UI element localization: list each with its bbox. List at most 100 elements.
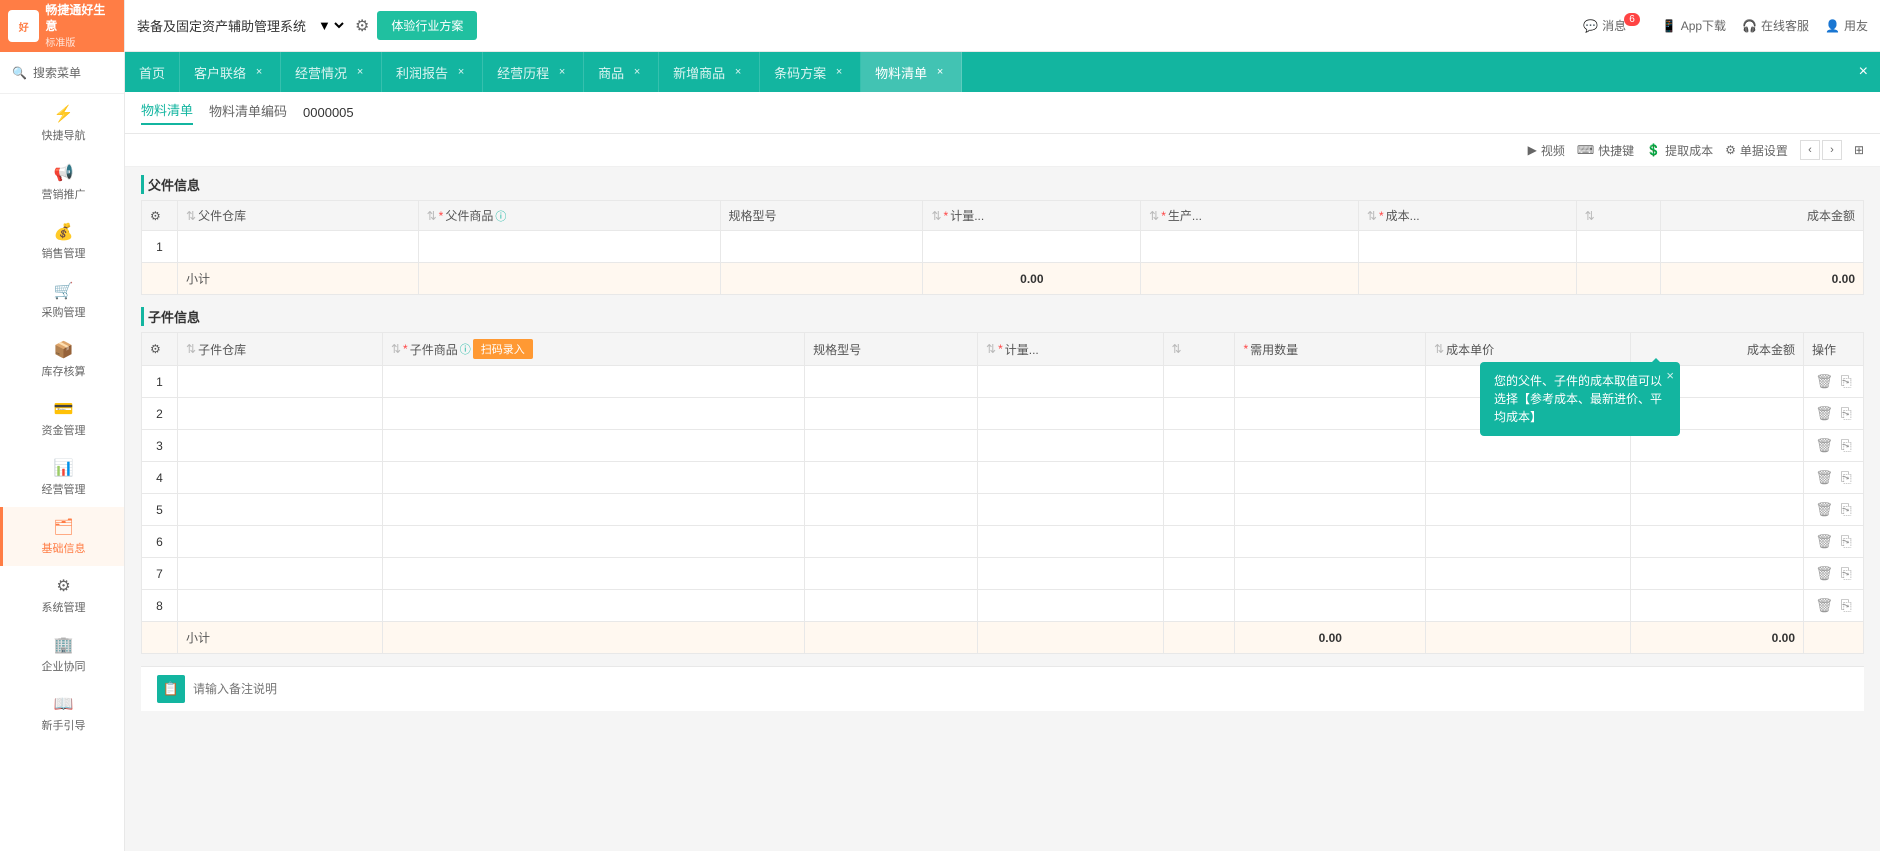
user-button[interactable]: 👤 用友: [1825, 17, 1868, 34]
child-warehouse-cell-3[interactable]: [178, 430, 383, 462]
sub-tab-bom-code[interactable]: 物料清单编码: [209, 101, 287, 124]
child-unit-cost-cell-6[interactable]: [1426, 526, 1631, 558]
tab-home[interactable]: 首页: [125, 52, 180, 92]
tab-history[interactable]: 经营历程 ×: [483, 52, 584, 92]
child-product-cell-5[interactable]: [382, 494, 804, 526]
sidebar-item-inventory[interactable]: 📦 库存核算: [0, 330, 124, 389]
parent-warehouse-cell[interactable]: [178, 231, 419, 263]
nav-next-button[interactable]: ›: [1822, 140, 1842, 160]
sub-tab-bom-list[interactable]: 物料清单: [141, 100, 193, 125]
child-quantity-cell-6[interactable]: [1235, 526, 1426, 558]
system-select[interactable]: ▼: [314, 17, 347, 34]
tab-new-goods[interactable]: 新增商品 ×: [659, 52, 760, 92]
tab-profit[interactable]: 利润报告 ×: [382, 52, 483, 92]
grid-view-button[interactable]: ⊞: [1854, 143, 1864, 157]
child-warehouse-cell-4[interactable]: [178, 462, 383, 494]
child-product-cell-6[interactable]: [382, 526, 804, 558]
child-warehouse-cell-8[interactable]: [178, 590, 383, 622]
child-spec-cell-3[interactable]: [805, 430, 978, 462]
copy-icon-2[interactable]: ⎘: [1840, 405, 1851, 421]
tab-goods-close[interactable]: ×: [630, 65, 644, 79]
child-spec-cell-2[interactable]: [805, 398, 978, 430]
settings-icon[interactable]: ⚙: [355, 16, 369, 36]
nav-prev-button[interactable]: ‹: [1800, 140, 1820, 160]
tab-barcode[interactable]: 条码方案 ×: [760, 52, 861, 92]
child-warehouse-cell-6[interactable]: [178, 526, 383, 558]
tab-history-close[interactable]: ×: [555, 65, 569, 79]
sidebar-item-purchase[interactable]: 🛒 采购管理: [0, 271, 124, 330]
child-unit-cell-4[interactable]: [978, 462, 1163, 494]
child-product-cell-7[interactable]: [382, 558, 804, 590]
sidebar-item-operations-mgr[interactable]: 📊 经营管理: [0, 448, 124, 507]
child-unit-cost-cell-4[interactable]: [1426, 462, 1631, 494]
child-warehouse-cell-7[interactable]: [178, 558, 383, 590]
child-spec-cell-4[interactable]: [805, 462, 978, 494]
child-quantity-cell-7[interactable]: [1235, 558, 1426, 590]
child-unit-cost-cell-7[interactable]: [1426, 558, 1631, 590]
child-product-cell-8[interactable]: [382, 590, 804, 622]
child-quantity-cell-2[interactable]: [1235, 398, 1426, 430]
tab-bom-close[interactable]: ×: [933, 65, 947, 79]
child-settings-gear-icon[interactable]: ⚙: [150, 342, 161, 356]
child-quantity-cell-3[interactable]: [1235, 430, 1426, 462]
child-quantity-cell-1[interactable]: [1235, 366, 1426, 398]
child-product-cell-4[interactable]: [382, 462, 804, 494]
parent-production-cell[interactable]: [1141, 231, 1359, 263]
sidebar-item-sales[interactable]: 💰 销售管理: [0, 212, 124, 271]
delete-icon-3[interactable]: 🗑: [1815, 437, 1833, 453]
delete-icon-2[interactable]: 🗑: [1815, 405, 1833, 421]
copy-icon-4[interactable]: ⎘: [1840, 469, 1851, 485]
view-button[interactable]: ▶ 视频: [1528, 142, 1565, 159]
child-spec-cell-1[interactable]: [805, 366, 978, 398]
parent-unit-cell[interactable]: [923, 231, 1141, 263]
sidebar-item-quick-nav[interactable]: ⚡ 快捷导航: [0, 94, 124, 153]
child-warehouse-cell-2[interactable]: [178, 398, 383, 430]
copy-icon-3[interactable]: ⎘: [1840, 437, 1851, 453]
child-unit-cell-3[interactable]: [978, 430, 1163, 462]
parent-product-cell[interactable]: [418, 231, 720, 263]
tab-operations-close[interactable]: ×: [353, 65, 367, 79]
tab-barcode-close[interactable]: ×: [832, 65, 846, 79]
sidebar-item-system[interactable]: ⚙ 系统管理: [0, 566, 124, 625]
child-quantity-cell-8[interactable]: [1235, 590, 1426, 622]
online-service-button[interactable]: 🎧 在线客服: [1742, 17, 1809, 34]
child-product-cell-1[interactable]: [382, 366, 804, 398]
tab-customer-close[interactable]: ×: [252, 65, 266, 79]
settings-gear-icon[interactable]: ⚙: [150, 209, 161, 223]
message-button[interactable]: 💬 消息 6: [1583, 17, 1646, 34]
sidebar-item-finance[interactable]: 💳 资金管理: [0, 389, 124, 448]
tab-new-goods-close[interactable]: ×: [731, 65, 745, 79]
app-download-button[interactable]: 📱 App下载: [1662, 17, 1726, 34]
tooltip-close-button[interactable]: ×: [1666, 366, 1674, 386]
search-menu-button[interactable]: 🔍 搜索菜单: [8, 60, 116, 85]
tab-bar-close-button[interactable]: ×: [1847, 63, 1880, 81]
tab-operations[interactable]: 经营情况 ×: [281, 52, 382, 92]
child-warehouse-cell-1[interactable]: [178, 366, 383, 398]
child-unit-cell-6[interactable]: [978, 526, 1163, 558]
child-unit-cost-cell-8[interactable]: [1426, 590, 1631, 622]
cta-button[interactable]: 体验行业方案: [377, 11, 477, 40]
child-quantity-cell-5[interactable]: [1235, 494, 1426, 526]
child-spec-cell-6[interactable]: [805, 526, 978, 558]
note-input[interactable]: [193, 682, 1848, 696]
scan-input-button[interactable]: 扫码录入: [473, 339, 533, 359]
copy-icon-1[interactable]: ⎘: [1840, 373, 1851, 389]
child-product-cell-2[interactable]: [382, 398, 804, 430]
child-product-cell-3[interactable]: [382, 430, 804, 462]
child-unit-cost-cell-5[interactable]: [1426, 494, 1631, 526]
child-spec-cell-5[interactable]: [805, 494, 978, 526]
child-unit-cell-2[interactable]: [978, 398, 1163, 430]
sidebar-item-marketing[interactable]: 📢 营销推广: [0, 153, 124, 212]
tab-bom[interactable]: 物料清单 ×: [861, 52, 962, 92]
delete-icon-5[interactable]: 🗑: [1815, 501, 1833, 517]
shortcut-button[interactable]: ⌨ 快捷键: [1577, 142, 1634, 159]
sidebar-item-enterprise[interactable]: 🏢 企业协同: [0, 625, 124, 684]
copy-icon-7[interactable]: ⎘: [1840, 565, 1851, 581]
sidebar-item-basic-info[interactable]: 🗂 基础信息: [0, 507, 124, 566]
delete-icon-4[interactable]: 🗑: [1815, 469, 1833, 485]
parent-spec-cell[interactable]: [720, 231, 923, 263]
child-warehouse-cell-5[interactable]: [178, 494, 383, 526]
extract-cost-button[interactable]: 💲 提取成本: [1646, 142, 1713, 159]
delete-icon-7[interactable]: 🗑: [1815, 565, 1833, 581]
tab-goods[interactable]: 商品 ×: [584, 52, 659, 92]
